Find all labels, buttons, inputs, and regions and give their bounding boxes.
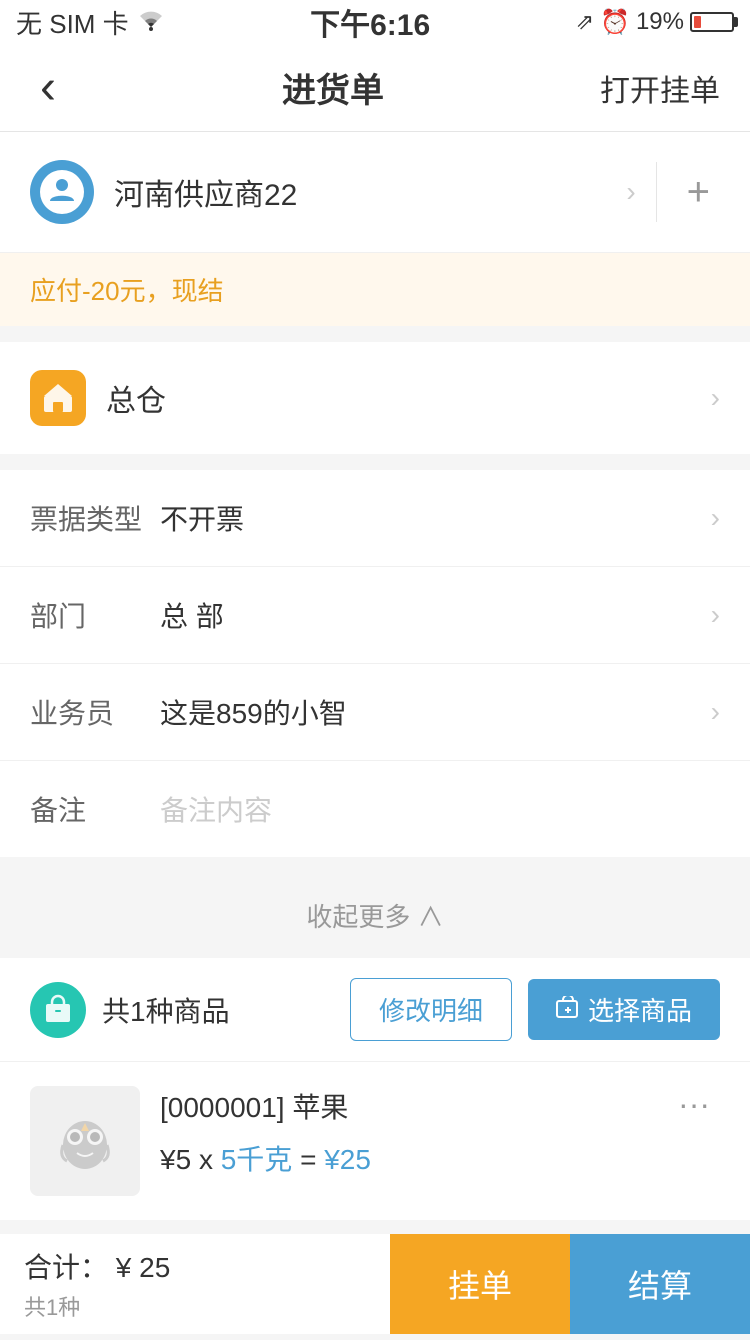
supplier-row[interactable]: 河南供应商22 › + [0, 132, 750, 253]
total-main: 合计： ¥ 25 [24, 1246, 366, 1286]
back-button[interactable]: ‹ [30, 50, 66, 125]
battery-icon [690, 12, 734, 32]
nav-bar: ‹ 进货单 打开挂单 [0, 44, 750, 132]
suspend-button[interactable]: 挂单 [390, 1234, 570, 1334]
department-value: 总 部 [150, 595, 701, 635]
warehouse-icon [30, 370, 86, 426]
bottom-bar: 合计： ¥ 25 共1种 挂单 结算 [0, 1234, 750, 1334]
battery-percent: 19% [636, 8, 684, 36]
product-section: 共1种商品 修改明细 选择商品 [0, 958, 750, 1220]
product-header: 共1种商品 修改明细 选择商品 [0, 958, 750, 1062]
department-row[interactable]: 部门 总 部 › [0, 567, 750, 664]
product-quantity: 5千克 [221, 1144, 293, 1175]
payment-hint: 应付-20元，现结 [0, 253, 750, 326]
product-item: [0000001] 苹果 ¥5 x 5千克 = ¥25 ··· [0, 1062, 750, 1220]
department-chevron-icon: › [711, 599, 720, 631]
invoice-chevron-icon: › [711, 502, 720, 534]
salesperson-row[interactable]: 业务员 这是859的小智 › [0, 664, 750, 761]
salesperson-value: 这是859的小智 [150, 692, 701, 732]
product-section-icon [30, 982, 86, 1038]
department-label: 部门 [30, 595, 150, 635]
select-product-label: 选择商品 [588, 991, 692, 1028]
warehouse-chevron-icon: › [711, 382, 720, 414]
carrier-label: 无 SIM 卡 [16, 4, 129, 41]
add-supplier-button[interactable]: + [677, 170, 720, 215]
edit-detail-button[interactable]: 修改明细 [350, 978, 512, 1041]
supplier-avatar [30, 160, 94, 224]
remark-label: 备注 [30, 789, 150, 829]
product-equals: = [300, 1144, 324, 1175]
product-thumbnail [30, 1086, 140, 1196]
product-more-button[interactable]: ··· [668, 1086, 720, 1123]
product-total: ¥25 [324, 1144, 371, 1175]
status-right: ⇗ ⏰ 19% [576, 8, 734, 37]
invoice-type-label: 票据类型 [30, 498, 150, 538]
select-product-button[interactable]: 选择商品 [528, 979, 720, 1040]
supplier-chevron-icon: › [626, 176, 635, 208]
product-info: [0000001] 苹果 ¥5 x 5千克 = ¥25 [160, 1086, 668, 1178]
product-multiply: x [199, 1144, 221, 1175]
warehouse-row[interactable]: 总仓 › [0, 342, 750, 454]
avatar-icon [46, 173, 78, 212]
total-amount: ¥ 25 [116, 1252, 171, 1283]
total-sub: 共1种 [24, 1290, 366, 1322]
product-code: [0000001] [160, 1092, 285, 1123]
page-title: 进货单 [282, 63, 384, 112]
total-section: 合计： ¥ 25 共1种 [0, 1234, 390, 1334]
alarm-icon: ⏰ [600, 8, 630, 37]
vertical-divider [656, 162, 657, 222]
total-label: 合计： [24, 1252, 108, 1283]
supplier-card: 河南供应商22 › + 应付-20元，现结 [0, 132, 750, 326]
wifi-icon [137, 7, 165, 38]
open-suspend-button[interactable]: 打开挂单 [600, 66, 720, 110]
product-title: 苹果 [292, 1092, 348, 1123]
main-content: 河南供应商22 › + 应付-20元，现结 总仓 › 票据类型 不开票 › [0, 132, 750, 1340]
salesperson-chevron-icon: › [711, 696, 720, 728]
select-product-icon [556, 994, 580, 1025]
status-time: 下午6:16 [310, 0, 430, 44]
form-card: 票据类型 不开票 › 部门 总 部 › 业务员 这是859的小智 › 备注 备注… [0, 470, 750, 857]
checkout-button[interactable]: 结算 [570, 1234, 750, 1334]
product-price: ¥5 x 5千克 = ¥25 [160, 1138, 668, 1178]
invoice-type-row[interactable]: 票据类型 不开票 › [0, 470, 750, 567]
product-unit-price: ¥5 [160, 1144, 191, 1175]
supplier-name: 河南供应商22 [114, 170, 616, 214]
warehouse-name: 总仓 [106, 376, 701, 420]
warehouse-card: 总仓 › [0, 342, 750, 454]
collapse-bar[interactable]: 收起更多 ∧ [0, 873, 750, 958]
location-icon: ⇗ [576, 9, 594, 35]
product-count-label: 共1种商品 [102, 990, 350, 1030]
status-left: 无 SIM 卡 [16, 4, 165, 41]
invoice-type-value: 不开票 [150, 498, 701, 538]
remark-input[interactable]: 备注内容 [150, 789, 720, 829]
status-bar: 无 SIM 卡 下午6:16 ⇗ ⏰ 19% [0, 0, 750, 44]
salesperson-label: 业务员 [30, 692, 150, 732]
remark-row[interactable]: 备注 备注内容 [0, 761, 750, 857]
product-name: [0000001] 苹果 [160, 1086, 668, 1126]
